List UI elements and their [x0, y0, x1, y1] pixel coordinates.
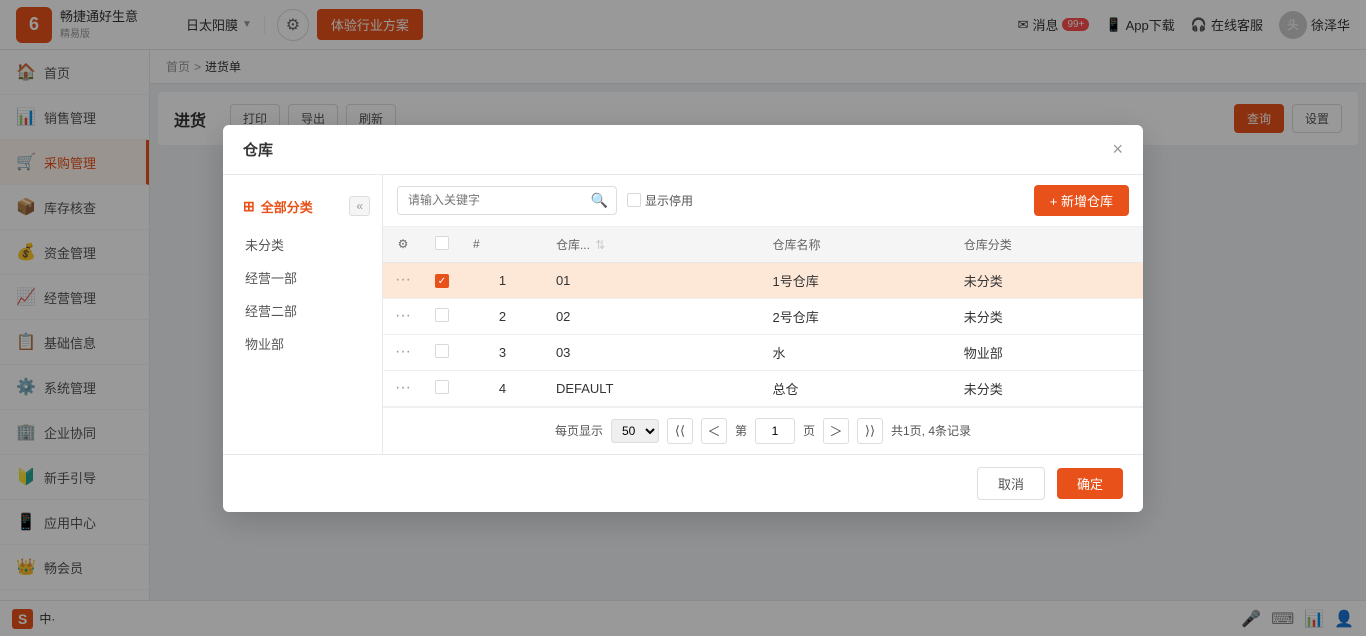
add-warehouse-button[interactable]: + 新增仓库 — [1034, 185, 1129, 216]
row-more-icon[interactable]: ··· — [395, 307, 411, 324]
dialog-footer: 取消 确定 — [223, 454, 1143, 512]
cat-item-op2[interactable]: 经营二部 — [223, 294, 382, 327]
cat-all-label: 全部分类 — [261, 197, 313, 216]
category-panel: ⊞ 全部分类 « 未分类 经营一部 经营二部 物业部 — [223, 175, 383, 454]
col-index: # — [461, 227, 544, 263]
row-checkbox-cell: ✓ — [423, 262, 461, 298]
row-checkbox[interactable] — [435, 380, 449, 394]
row-checkbox[interactable] — [435, 344, 449, 358]
col-settings: ⚙ — [383, 227, 423, 263]
per-page-select[interactable]: 50 — [611, 419, 659, 443]
table-toolbar: 🔍 显示停用 + 新增仓库 — [383, 175, 1143, 227]
search-input[interactable] — [398, 188, 583, 212]
row-index: 4 — [461, 370, 544, 406]
row-checkbox-cell — [423, 298, 461, 334]
row-action: ··· — [383, 262, 423, 298]
prev-page-button[interactable]: ＜ — [701, 418, 727, 444]
row-checkbox[interactable]: ✓ — [435, 274, 449, 288]
row-more-icon[interactable]: ··· — [395, 343, 411, 360]
row-name: 1号仓库 — [761, 262, 952, 298]
table-panel: 🔍 显示停用 + 新增仓库 ⚙ — [383, 175, 1143, 454]
dialog-close-button[interactable]: × — [1112, 139, 1123, 160]
col-warehouse-category-label: 仓库分类 — [964, 238, 1012, 252]
col-warehouse-code[interactable]: 仓库... ⇅ — [544, 227, 761, 263]
warehouse-table: ⚙ # 仓库... ⇅ 仓库名称 — [383, 227, 1143, 407]
table-row[interactable]: ··· 2 02 2号仓库 未分类 — [383, 298, 1143, 334]
page-label-2: 页 — [803, 422, 815, 439]
search-icon[interactable]: 🔍 — [583, 187, 616, 214]
last-page-button[interactable]: ⟩⟩ — [857, 418, 883, 444]
row-category: 未分类 — [952, 370, 1143, 406]
dialog-title: 仓库 — [243, 139, 273, 160]
grid-icon: ⊞ — [243, 198, 255, 215]
show-disabled-checkbox[interactable] — [627, 193, 641, 207]
cat-item-label-prop: 物业部 — [245, 337, 284, 352]
table-head: ⚙ # 仓库... ⇅ 仓库名称 — [383, 227, 1143, 263]
col-warehouse-name-label: 仓库名称 — [773, 238, 821, 252]
row-category: 未分类 — [952, 298, 1143, 334]
row-name: 水 — [761, 334, 952, 370]
row-code: DEFAULT — [544, 370, 761, 406]
row-index: 2 — [461, 298, 544, 334]
row-more-icon[interactable]: ··· — [395, 271, 411, 288]
row-checkbox-cell — [423, 370, 461, 406]
row-index: 3 — [461, 334, 544, 370]
next-page-button[interactable]: ＞ — [823, 418, 849, 444]
row-code: 01 — [544, 262, 761, 298]
col-warehouse-code-label: 仓库... — [556, 238, 590, 252]
page-input[interactable] — [755, 418, 795, 444]
cat-item-label-op2: 经营二部 — [245, 304, 297, 319]
cat-item-label-none: 未分类 — [245, 238, 284, 253]
cat-item-op1[interactable]: 经营一部 — [223, 261, 382, 294]
row-name: 总仓 — [761, 370, 952, 406]
sort-code-icon: ⇅ — [595, 238, 605, 252]
select-all-checkbox[interactable] — [435, 236, 449, 250]
pagination: 每页显示 50 ⟨⟨ ＜ 第 页 ＞ ⟩⟩ 共1页, 4条记录 — [383, 407, 1143, 454]
row-index: 1 — [461, 262, 544, 298]
row-more-icon[interactable]: ··· — [395, 379, 411, 396]
row-name: 2号仓库 — [761, 298, 952, 334]
table-header-row: ⚙ # 仓库... ⇅ 仓库名称 — [383, 227, 1143, 263]
cat-item-none[interactable]: 未分类 — [223, 228, 382, 261]
dialog-header: 仓库 × — [223, 125, 1143, 175]
modal-overlay[interactable]: 仓库 × ⊞ 全部分类 « 未分类 经营一部 — [0, 0, 1366, 636]
col-warehouse-category[interactable]: 仓库分类 — [952, 227, 1143, 263]
col-warehouse-name[interactable]: 仓库名称 — [761, 227, 952, 263]
show-disabled-label[interactable]: 显示停用 — [627, 192, 693, 209]
cat-item-prop[interactable]: 物业部 — [223, 327, 382, 360]
per-page-label: 每页显示 — [555, 422, 603, 439]
row-action: ··· — [383, 298, 423, 334]
col-check — [423, 227, 461, 263]
total-label: 共1页, 4条记录 — [891, 422, 971, 439]
cat-collapse-button[interactable]: « — [349, 196, 370, 216]
warehouse-dialog: 仓库 × ⊞ 全部分类 « 未分类 经营一部 — [223, 125, 1143, 512]
cancel-button[interactable]: 取消 — [977, 467, 1045, 500]
search-box: 🔍 — [397, 186, 617, 215]
page-label: 第 — [735, 422, 747, 439]
row-code: 03 — [544, 334, 761, 370]
row-category: 物业部 — [952, 334, 1143, 370]
cat-item-label-op1: 经营一部 — [245, 271, 297, 286]
dialog-body: ⊞ 全部分类 « 未分类 经营一部 经营二部 物业部 — [223, 175, 1143, 454]
confirm-button[interactable]: 确定 — [1057, 468, 1123, 499]
row-code: 02 — [544, 298, 761, 334]
row-checkbox[interactable] — [435, 308, 449, 322]
show-disabled-text: 显示停用 — [645, 192, 693, 209]
table-row[interactable]: ··· 3 03 水 物业部 — [383, 334, 1143, 370]
table-row[interactable]: ··· ✓ 1 01 1号仓库 未分类 — [383, 262, 1143, 298]
row-action: ··· — [383, 334, 423, 370]
row-checkbox-cell — [423, 334, 461, 370]
table-row[interactable]: ··· 4 DEFAULT 总仓 未分类 — [383, 370, 1143, 406]
table-body: ··· ✓ 1 01 1号仓库 未分类 ··· 2 02 2号仓库 — [383, 262, 1143, 406]
cat-all-item[interactable]: ⊞ 全部分类 — [233, 191, 323, 222]
data-table: ⚙ # 仓库... ⇅ 仓库名称 — [383, 227, 1143, 407]
row-action: ··· — [383, 370, 423, 406]
first-page-button[interactable]: ⟨⟨ — [667, 418, 693, 444]
row-category: 未分类 — [952, 262, 1143, 298]
cat-header: ⊞ 全部分类 « — [223, 185, 382, 228]
